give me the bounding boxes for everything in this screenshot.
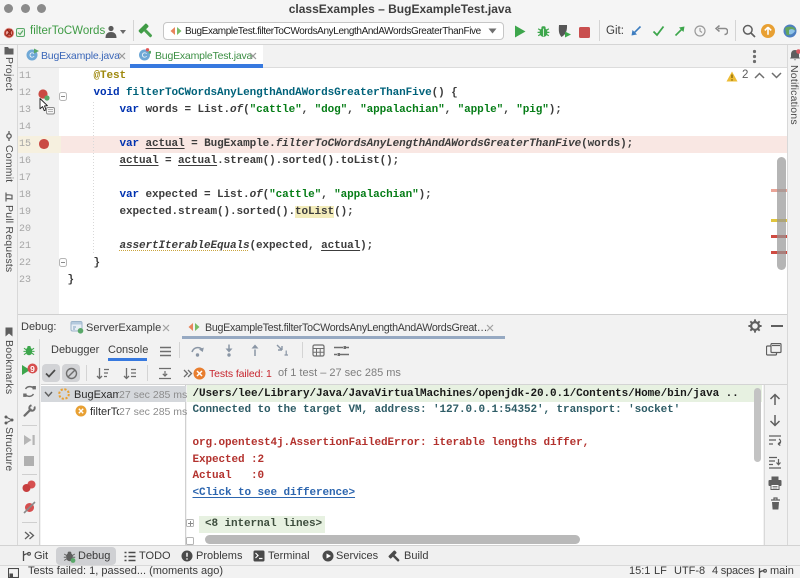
svg-text:9: 9 [30, 364, 35, 374]
svg-text:C: C [142, 51, 148, 60]
